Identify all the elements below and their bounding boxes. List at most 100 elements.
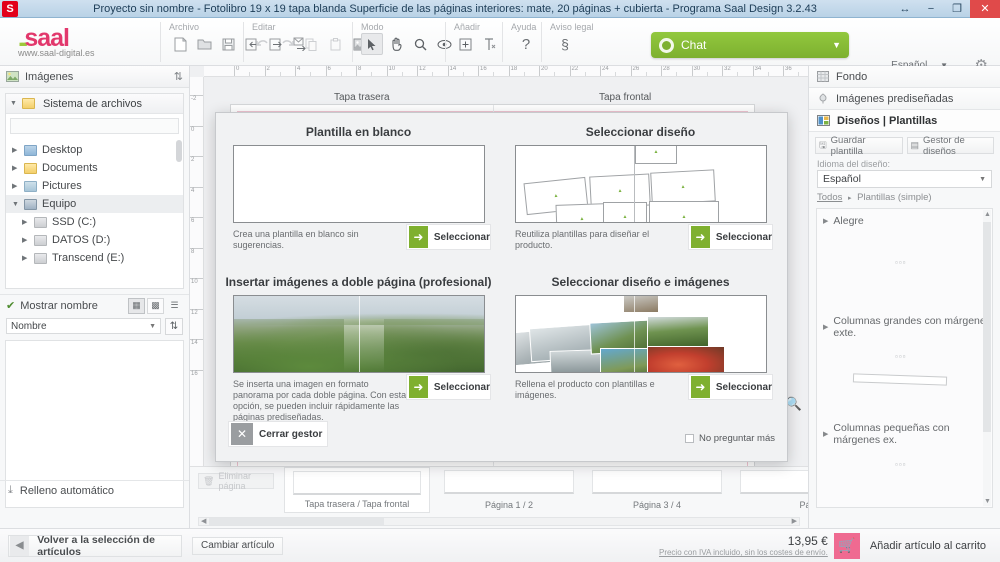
chevron-right-icon[interactable]: ▶: [823, 217, 828, 225]
template-manager-dialog[interactable]: Plantilla en blanco Crea una plantilla e…: [215, 112, 788, 462]
undo-icon: [252, 33, 274, 55]
chevron-right-icon[interactable]: ▶: [12, 182, 20, 190]
chevron-right-icon[interactable]: ▶: [12, 164, 20, 172]
template-list[interactable]: ▶ Alegre ▫▫▫ ▶ Columnas grandes con márg…: [816, 208, 993, 508]
pointer-icon[interactable]: [361, 33, 383, 55]
chevron-right-icon: ▸: [848, 195, 852, 202]
template-group-columnas-pequenas[interactable]: ▶ Columnas pequeñas con márgenes ex.: [823, 422, 992, 446]
breadcrumb-root[interactable]: Todos: [817, 192, 842, 203]
scroll-down-arrow-icon[interactable]: ▼: [984, 498, 991, 505]
tree-item-pictures[interactable]: ▶ Pictures: [6, 177, 183, 195]
chevron-right-icon[interactable]: ▶: [22, 236, 30, 244]
sort-az-icon[interactable]: ⇅: [165, 317, 183, 335]
dont-ask-again-row[interactable]: No preguntar más: [684, 433, 775, 444]
change-article-button[interactable]: Cambiar artículo: [192, 536, 284, 555]
tree-item-ssd-c[interactable]: ▶ SSD (C:): [6, 213, 183, 231]
scrollbar-thumb[interactable]: [176, 140, 182, 162]
ruler-tick-label: 36: [785, 66, 792, 72]
layout-manager-button[interactable]: ▤ Gestor de diseños: [906, 135, 994, 157]
refresh-icon[interactable]: ⇅: [174, 70, 183, 83]
maximize-window-button[interactable]: ❐: [944, 0, 970, 17]
grid-small-icon[interactable]: ▩: [147, 297, 164, 314]
design-language-value: Español: [823, 173, 861, 185]
ruler-tick-label: 16: [191, 370, 198, 377]
template-thumb-shape[interactable]: [852, 373, 948, 386]
section-imagenes-prediseñadas[interactable]: Imágenes prediseñadas: [809, 88, 1000, 110]
tree-scrollbar[interactable]: [176, 140, 182, 286]
tree-item-datos-d[interactable]: ▶ DATOS (D:): [6, 231, 183, 249]
section-disenos-plantillas[interactable]: Diseños | Plantillas: [809, 110, 1000, 132]
page-thumb-cover[interactable]: Tapa trasera / Tapa frontal: [284, 467, 430, 513]
close-window-button[interactable]: ✕: [970, 0, 1000, 18]
magnifier-icon[interactable]: [409, 33, 431, 55]
option-preview-collage[interactable]: [515, 295, 767, 373]
chevron-down-icon[interactable]: ▼: [12, 201, 20, 208]
template-group-alegre[interactable]: ▶ Alegre: [823, 215, 864, 227]
template-group-columnas-grandes[interactable]: ▶ Columnas grandes con márgenes exte.: [823, 315, 992, 339]
chevron-right-icon[interactable]: ▶: [12, 146, 20, 154]
template-placeholder: ▫▫▫: [895, 258, 907, 267]
ruler-tick-label: 28: [663, 66, 670, 72]
add-text-icon[interactable]: [478, 33, 500, 55]
chevron-right-icon[interactable]: ▶: [823, 430, 828, 438]
filesystem-header[interactable]: ▼ Sistema de archivos: [6, 94, 183, 114]
template-scrollbar[interactable]: ▲ ▼: [983, 210, 991, 506]
select-blank-template-button[interactable]: ➜ Seleccionar: [406, 224, 491, 250]
scrollbar-thumb[interactable]: [983, 222, 991, 432]
option-preview-blank[interactable]: [233, 145, 485, 223]
sort-combo[interactable]: Nombre ▼: [6, 318, 161, 334]
checkmark-icon[interactable]: ✔: [6, 299, 15, 312]
save-icon[interactable]: [217, 33, 239, 55]
spread-label-front-cover: Tapa frontal: [599, 92, 652, 103]
chevron-right-icon[interactable]: ▶: [22, 218, 30, 226]
dont-ask-checkbox[interactable]: [684, 434, 694, 443]
layout-cell-thumb-icon: ▲: [579, 215, 585, 223]
autofill-button[interactable]: ⤓ Relleno automático: [0, 480, 189, 500]
page-thumb-1-2[interactable]: Página 1 / 2: [436, 467, 582, 513]
section-fondo[interactable]: Fondo: [809, 66, 1000, 88]
design-language-combo[interactable]: Español ▼: [817, 170, 992, 188]
option-preview-panorama[interactable]: [233, 295, 485, 373]
tree-item-transcend-e[interactable]: ▶ Transcend (E:): [6, 249, 183, 267]
chat-button[interactable]: Chat ▼: [651, 32, 849, 58]
save-template-button[interactable]: 🖫 Guardar plantilla: [815, 135, 903, 157]
toolbar-group-modo: Modo: [352, 22, 455, 62]
grid-large-icon[interactable]: ▦: [128, 297, 145, 314]
scroll-up-arrow-icon[interactable]: ▲: [984, 211, 991, 218]
tree-item-equipo[interactable]: ▼ Equipo: [6, 195, 183, 213]
zoom-magnifier-icon[interactable]: 🔍: [786, 396, 802, 412]
scroll-left-arrow-icon[interactable]: ◀: [201, 517, 206, 525]
list-icon[interactable]: ☰: [166, 298, 183, 314]
section-sign-icon[interactable]: §: [554, 33, 576, 55]
chevron-right-icon[interactable]: ▶: [823, 323, 828, 331]
shopping-cart-icon[interactable]: 🛒: [833, 532, 860, 559]
question-mark-icon[interactable]: ?: [515, 33, 537, 55]
select-design-button[interactable]: ➜ Seleccionar: [688, 224, 773, 250]
arrow-right-icon: ➜: [409, 376, 428, 398]
option-preview-layout[interactable]: ▲ ▲ ▲ ▲ ▲ ▲ ▲: [515, 145, 767, 223]
page-strip-scrollbar[interactable]: ◀ ▶: [198, 517, 800, 526]
chevron-right-icon[interactable]: ▶: [22, 254, 30, 262]
close-manager-button[interactable]: ✕ Cerrar gestor: [228, 421, 328, 447]
hand-icon[interactable]: [385, 33, 407, 55]
select-panorama-button[interactable]: ➜ Seleccionar: [406, 374, 491, 400]
select-design-images-button[interactable]: ➜ Seleccionar: [688, 374, 773, 400]
minimize-window-button[interactable]: −: [918, 0, 944, 17]
path-input[interactable]: [10, 118, 179, 134]
add-to-cart-button[interactable]: Añadir artículo al carrito: [870, 540, 986, 552]
price-note[interactable]: Precio con IVA incluido, sin los costes …: [659, 548, 828, 557]
ruler-tick: [569, 66, 571, 76]
tree-item-desktop[interactable]: ▶ Desktop: [6, 141, 183, 159]
window-controls: ↔ − ❐ ✕: [892, 0, 1000, 18]
scrollbar-thumb[interactable]: [209, 518, 384, 525]
scroll-right-arrow-icon[interactable]: ▶: [792, 517, 797, 525]
open-folder-icon[interactable]: [193, 33, 215, 55]
chevron-down-icon[interactable]: ▼: [10, 100, 18, 107]
add-frame-icon[interactable]: [454, 33, 476, 55]
delete-page-label: Eliminar página: [218, 471, 251, 491]
back-to-articles-button[interactable]: ◀ Volver a la selección de artículos: [8, 534, 182, 558]
restore-window-button[interactable]: ↔: [892, 0, 918, 17]
tree-item-documents[interactable]: ▶ Documents: [6, 159, 183, 177]
new-document-icon[interactable]: [169, 33, 191, 55]
page-thumb-3-4[interactable]: Página 3 / 4: [584, 467, 730, 513]
